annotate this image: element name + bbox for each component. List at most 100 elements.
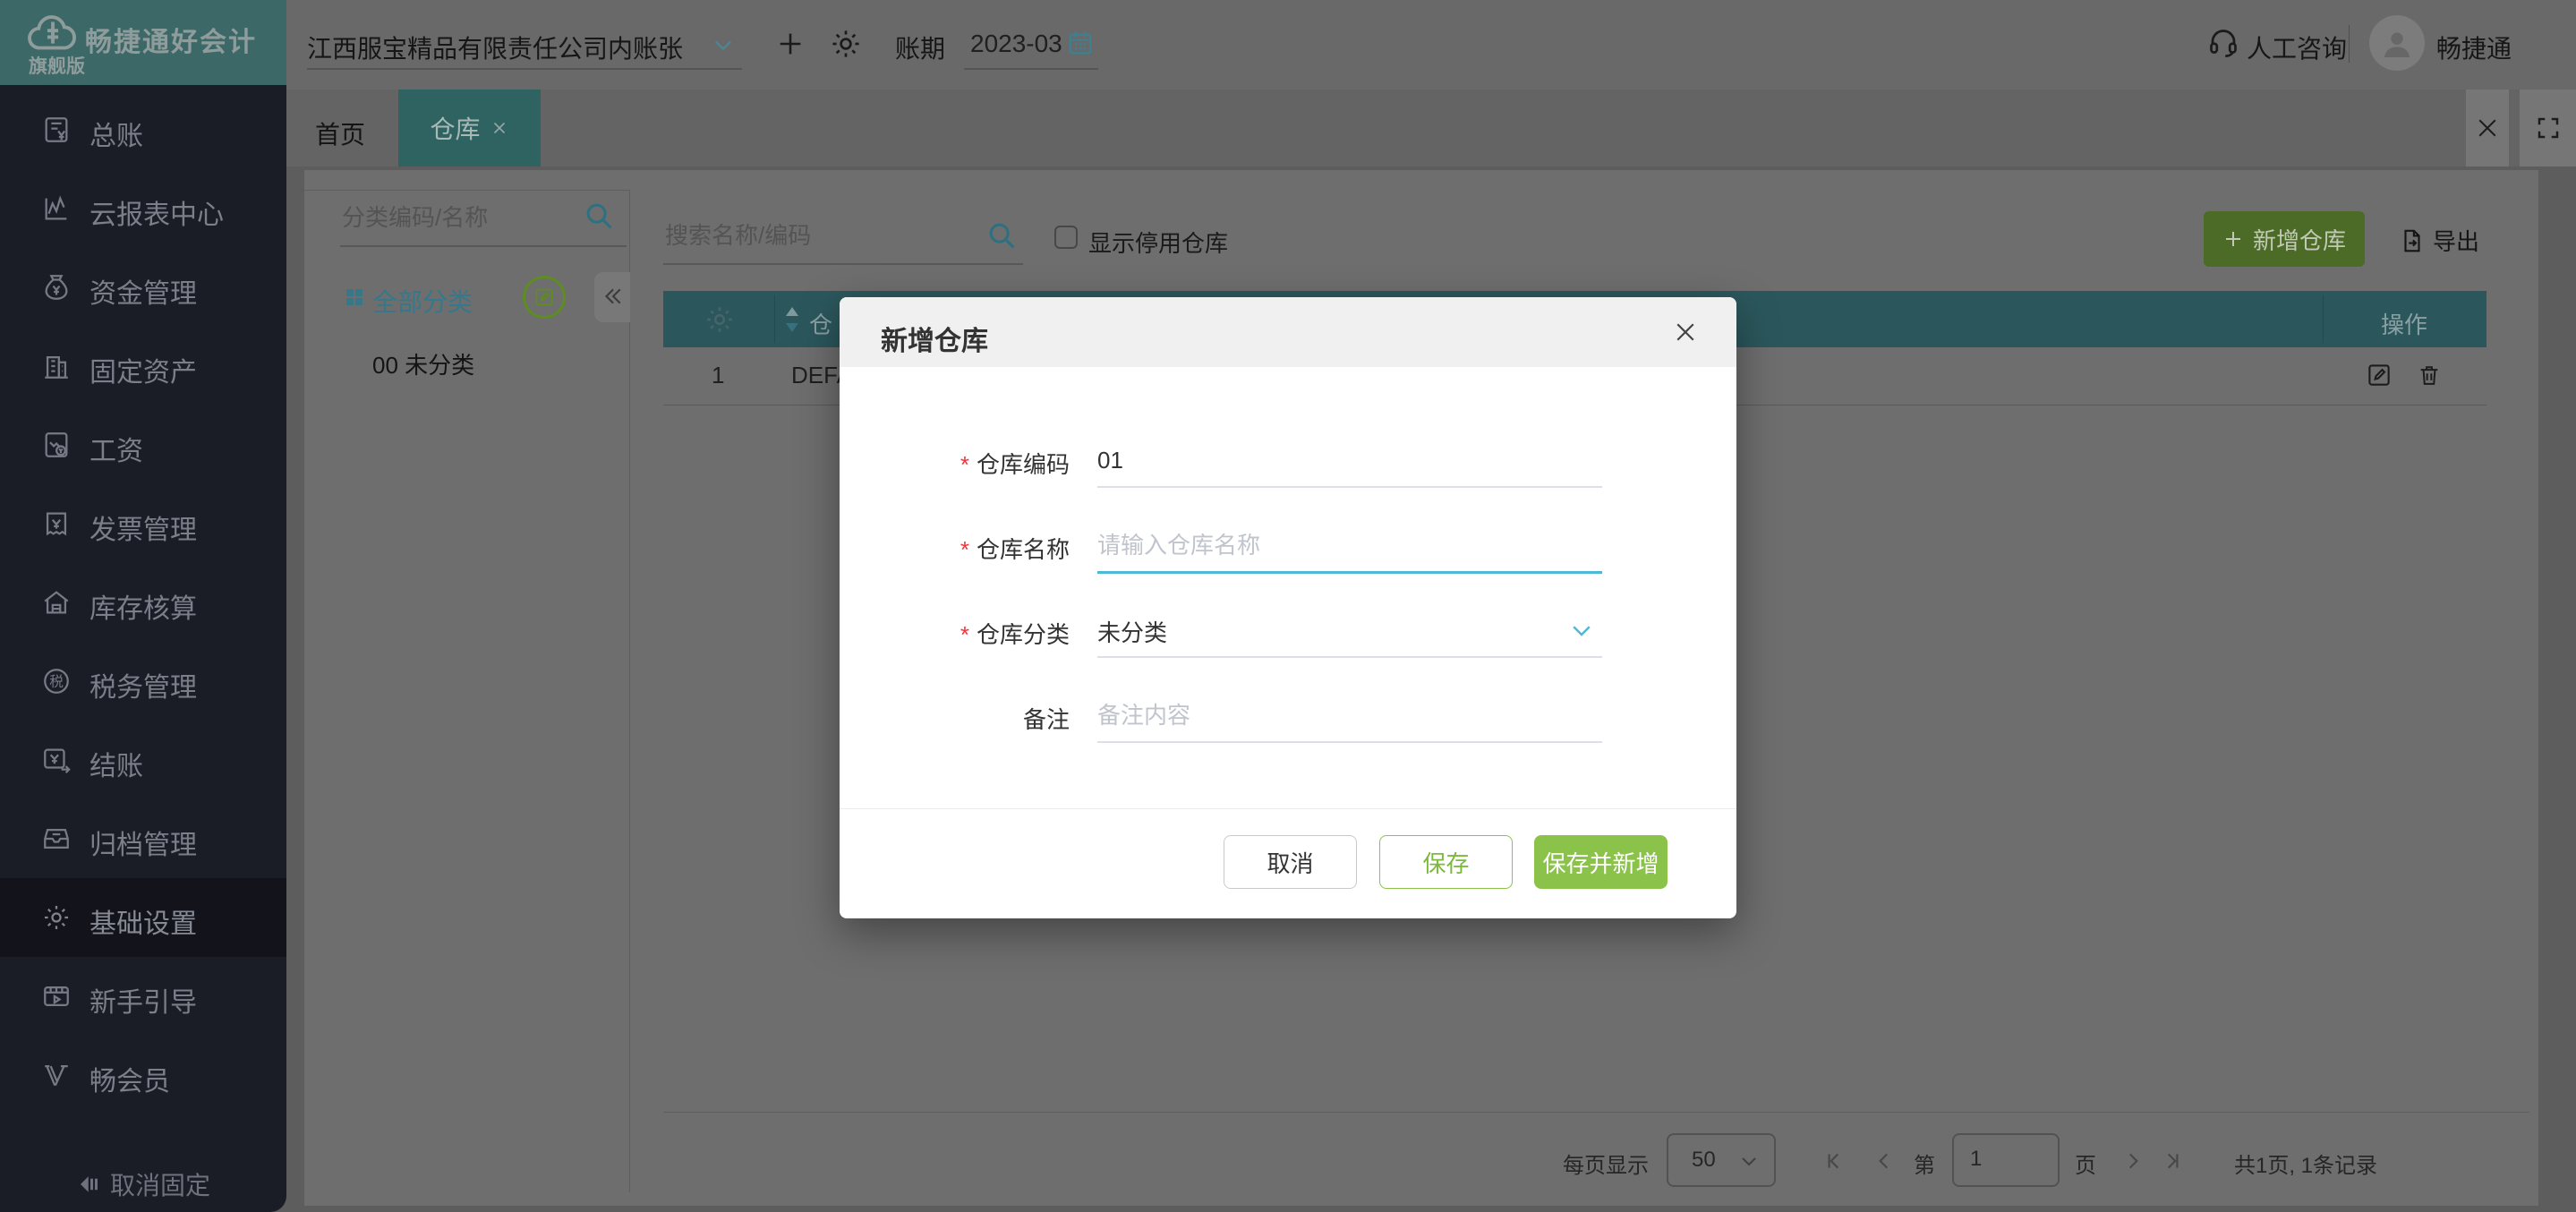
category-search-underline [340, 245, 627, 247]
next-page-icon[interactable] [2121, 1149, 2145, 1173]
dialog-title: 新增仓库 [881, 327, 988, 356]
sidebar-item-invoices[interactable]: 发票管理 [0, 484, 286, 563]
warehouse-search-input[interactable] [663, 215, 962, 256]
tax-icon: 税 [41, 666, 72, 696]
field-remark-label: 备注 [1022, 706, 1070, 733]
building-icon [41, 351, 72, 381]
sidebar-item-inventory[interactable]: 库存核算 [0, 563, 286, 642]
dialog-footer: 取消 保存 保存并新增 [840, 808, 1736, 919]
close-icon [2474, 115, 2501, 141]
remark-input[interactable] [1097, 689, 1602, 741]
archive-icon [41, 824, 72, 854]
headset-icon[interactable] [2207, 27, 2239, 59]
grid-icon [344, 286, 365, 308]
field-name-input-wrap [1097, 519, 1602, 574]
report-chart-icon [41, 193, 72, 224]
tab-close-icon[interactable] [490, 118, 509, 138]
category-search-icon[interactable] [582, 199, 616, 233]
sidebar-item-closing[interactable]: 结账 [0, 721, 286, 799]
unpin-button[interactable]: 取消固定 [0, 1157, 286, 1212]
add-account-icon[interactable] [775, 29, 806, 59]
page-input[interactable] [1968, 1146, 2047, 1173]
export-button[interactable]: 导出 [2399, 224, 2479, 257]
sidebar-item-archive[interactable]: 归档管理 [0, 799, 286, 878]
consult-link[interactable]: 人工咨询 [2247, 30, 2347, 65]
prev-page-icon[interactable] [1872, 1149, 1896, 1173]
username[interactable]: 畅捷通 [2436, 30, 2512, 65]
add-warehouse-label: 新增仓库 [2252, 226, 2346, 254]
add-warehouse-button[interactable]: 新增仓库 [2204, 211, 2365, 267]
save-and-add-button[interactable]: 保存并新增 [1534, 835, 1668, 889]
sidebar-item-funds[interactable]: 资金管理 [0, 248, 286, 327]
calendar-icon[interactable] [1066, 29, 1095, 57]
tab-home[interactable]: 首页 [315, 115, 365, 151]
first-page-icon[interactable] [1822, 1149, 1846, 1173]
cloud-logo-icon [27, 13, 79, 57]
collapse-panel-button[interactable] [594, 272, 630, 322]
sidebar-item-report-center[interactable]: 云报表中心 [0, 169, 286, 248]
category-search-input[interactable] [340, 197, 572, 238]
avatar[interactable] [2369, 15, 2425, 71]
cancel-button[interactable]: 取消 [1224, 835, 1357, 889]
invoice-icon [41, 508, 72, 539]
field-code-input-wrap [1097, 434, 1602, 488]
dialog-header: 新增仓库 [840, 297, 1736, 367]
warehouse-icon [41, 587, 72, 618]
gear-icon [41, 902, 72, 933]
select-chevron-down-icon [1568, 617, 1595, 644]
sidebar-item-payroll[interactable]: 工资 [0, 405, 286, 484]
header-col-divider-1 [774, 295, 775, 343]
field-row-remark: 备注 [840, 689, 1736, 745]
row-delete-icon[interactable] [2417, 362, 2442, 388]
page-prefix: 第 [1914, 1154, 1935, 1178]
warehouse-code-input[interactable] [1097, 434, 1602, 486]
sidebar-item-fixed-assets[interactable]: 固定资产 [0, 327, 286, 405]
header-col-warehouse[interactable]: 仓 [809, 307, 832, 340]
header-col-operations: 操作 [2381, 312, 2428, 338]
page-input-box [1952, 1133, 2060, 1187]
header-col-divider-2 [2323, 295, 2324, 343]
company-selector[interactable]: 江西服宝精品有限责任公司内账张 [307, 30, 683, 65]
close-view-button[interactable] [2466, 90, 2509, 166]
warehouse-name-input[interactable] [1097, 519, 1602, 571]
page-suffix: 页 [2075, 1154, 2096, 1178]
sidebar-item-tax[interactable]: 税 税务管理 [0, 642, 286, 721]
warehouse-search-underline [663, 263, 1023, 265]
sidebar-item-member[interactable]: 畅会员 [0, 1036, 286, 1114]
row-index: 1 [712, 362, 725, 388]
tabstrip: 首页 仓库 [286, 90, 2576, 166]
last-page-icon[interactable] [2161, 1149, 2184, 1173]
period-value[interactable]: 2023-03 [970, 30, 1062, 58]
fullscreen-button[interactable] [2520, 90, 2576, 166]
field-row-code: * 仓库编码 [840, 434, 1736, 490]
sidebar-item-general-ledger[interactable]: 总账 [0, 90, 286, 169]
all-categories[interactable]: 全部分类 [372, 283, 473, 319]
fullscreen-icon [2535, 115, 2562, 141]
panel-divider [629, 190, 630, 1192]
member-v-icon [41, 1060, 72, 1090]
show-disabled-label[interactable]: 显示停用仓库 [1088, 226, 1228, 259]
warehouse-category-select[interactable]: 未分类 [1097, 604, 1602, 658]
per-page-value: 50 [1692, 1148, 1716, 1172]
settings-gear-icon[interactable] [829, 27, 863, 61]
unpin-label: 取消固定 [109, 1172, 210, 1199]
per-page-select[interactable]: 50 [1667, 1133, 1776, 1187]
sidebar-item-basic-settings[interactable]: 基础设置 [0, 878, 286, 957]
panel-top-border [304, 190, 629, 191]
sort-icon[interactable] [784, 304, 800, 335]
period-label: 账期 [895, 35, 946, 63]
field-category-label: * 仓库分类 [960, 621, 1070, 648]
row-edit-icon[interactable] [2366, 362, 2393, 388]
tab-warehouse[interactable]: 仓库 [398, 90, 541, 166]
required-mark: * [960, 536, 969, 563]
show-disabled-checkbox[interactable] [1054, 226, 1078, 249]
sidebar: 畅捷通好会计 旗舰版 总账 云报表中心 资金管理 固定资产 工资 发票管理 库存… [0, 0, 286, 1212]
save-button[interactable]: 保存 [1379, 835, 1513, 889]
sidebar-item-guide[interactable]: 新手引导 [0, 957, 286, 1036]
dialog-close-icon[interactable] [1672, 319, 1699, 346]
chevron-down-icon[interactable] [711, 32, 736, 57]
edit-categories-button[interactable] [523, 276, 566, 319]
column-settings-gear-icon[interactable] [704, 303, 736, 336]
category-item-uncategorized[interactable]: 00 未分类 [372, 347, 474, 380]
warehouse-search-icon[interactable] [985, 218, 1019, 252]
